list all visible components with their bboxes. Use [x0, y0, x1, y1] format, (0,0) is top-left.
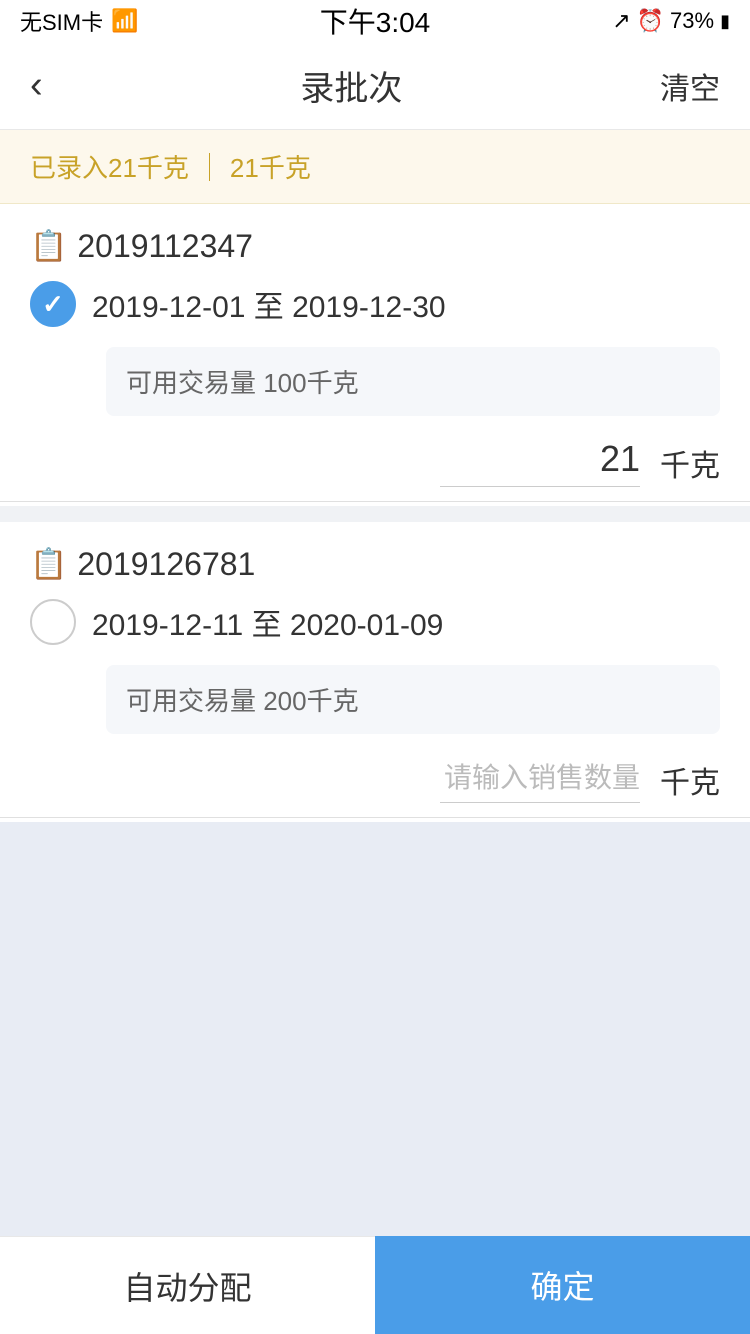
- battery-icon: ▮: [720, 11, 730, 32]
- check-icon: ✓: [42, 289, 64, 320]
- wifi-icon: 📶: [111, 8, 138, 34]
- recorded-value: 21千克: [230, 148, 311, 185]
- auto-distribute-button[interactable]: 自动分配: [0, 1236, 375, 1334]
- batch-2-date: 2019-12-11 至 2020-01-09: [92, 600, 443, 644]
- batch-1-divider: [0, 501, 750, 502]
- batch-2-unit: 千克: [660, 758, 720, 802]
- status-right: ↗ ⏰ 73% ▮: [612, 8, 730, 34]
- batch-1-id: 2019112347: [77, 228, 253, 265]
- batch-item-1: 📋 2019112347 ✓ 2019-12-01 至 2019-12-30 可…: [0, 204, 750, 506]
- location-icon: ↗: [612, 8, 630, 34]
- sim-text: 无SIM卡: [20, 5, 103, 37]
- status-time: 下午3:04: [320, 1, 431, 41]
- bottom-buttons: 自动分配 确定: [0, 1236, 750, 1334]
- batch-2-row[interactable]: 2019-12-11 至 2020-01-09: [0, 591, 750, 661]
- back-button[interactable]: ‹: [30, 64, 43, 107]
- recorded-label: 已录入21千克: [30, 148, 189, 185]
- batch-1-doc-icon: 📋: [30, 229, 67, 264]
- nav-bar: ‹ 录批次 清空: [0, 42, 750, 130]
- batch-1-row[interactable]: ✓ 2019-12-01 至 2019-12-30: [0, 273, 750, 343]
- batch-2-header: 📋 2019126781: [0, 522, 750, 591]
- status-left: 无SIM卡 📶: [20, 5, 139, 37]
- battery-text: 73%: [670, 8, 714, 34]
- batch-1-quantity[interactable]: 21: [580, 438, 640, 480]
- batch-1-availability: 可用交易量 100千克: [106, 347, 720, 416]
- batch-1-radio[interactable]: ✓: [30, 281, 76, 327]
- batch-2-quantity-row: 请输入销售数量 千克: [0, 746, 750, 813]
- confirm-button[interactable]: 确定: [375, 1236, 750, 1334]
- batch-2-radio[interactable]: [30, 599, 76, 645]
- batch-2-availability: 可用交易量 200千克: [106, 665, 720, 734]
- page-content: 已录入21千克 21千克 📋 2019112347 ✓ 2019-12-01 至…: [0, 130, 750, 1324]
- status-bar: 无SIM卡 📶 下午3:04 ↗ ⏰ 73% ▮: [0, 0, 750, 42]
- batch-2-id: 2019126781: [77, 546, 255, 583]
- batch-1-unit: 千克: [660, 441, 720, 485]
- info-banner: 已录入21千克 21千克: [0, 130, 750, 204]
- batch-2-input-wrapper[interactable]: 请输入销售数量: [440, 756, 640, 803]
- batch-2-placeholder: 请输入销售数量: [444, 756, 640, 796]
- batch-1-header: 📋 2019112347: [0, 204, 750, 273]
- batch-2-doc-icon: 📋: [30, 547, 67, 582]
- batch-item-2: 📋 2019126781 2019-12-11 至 2020-01-09 可用交…: [0, 522, 750, 822]
- banner-divider: [209, 153, 210, 181]
- batch-1-input-wrapper: 21: [440, 438, 640, 487]
- batch-1-date: 2019-12-01 至 2019-12-30: [92, 282, 446, 326]
- alarm-icon: ⏰: [637, 8, 664, 34]
- batch-1-quantity-row: 21 千克: [0, 428, 750, 497]
- section-divider: [0, 506, 750, 522]
- clear-button[interactable]: 清空: [660, 64, 720, 108]
- page-title: 录批次: [300, 61, 402, 110]
- batch-2-divider: [0, 817, 750, 818]
